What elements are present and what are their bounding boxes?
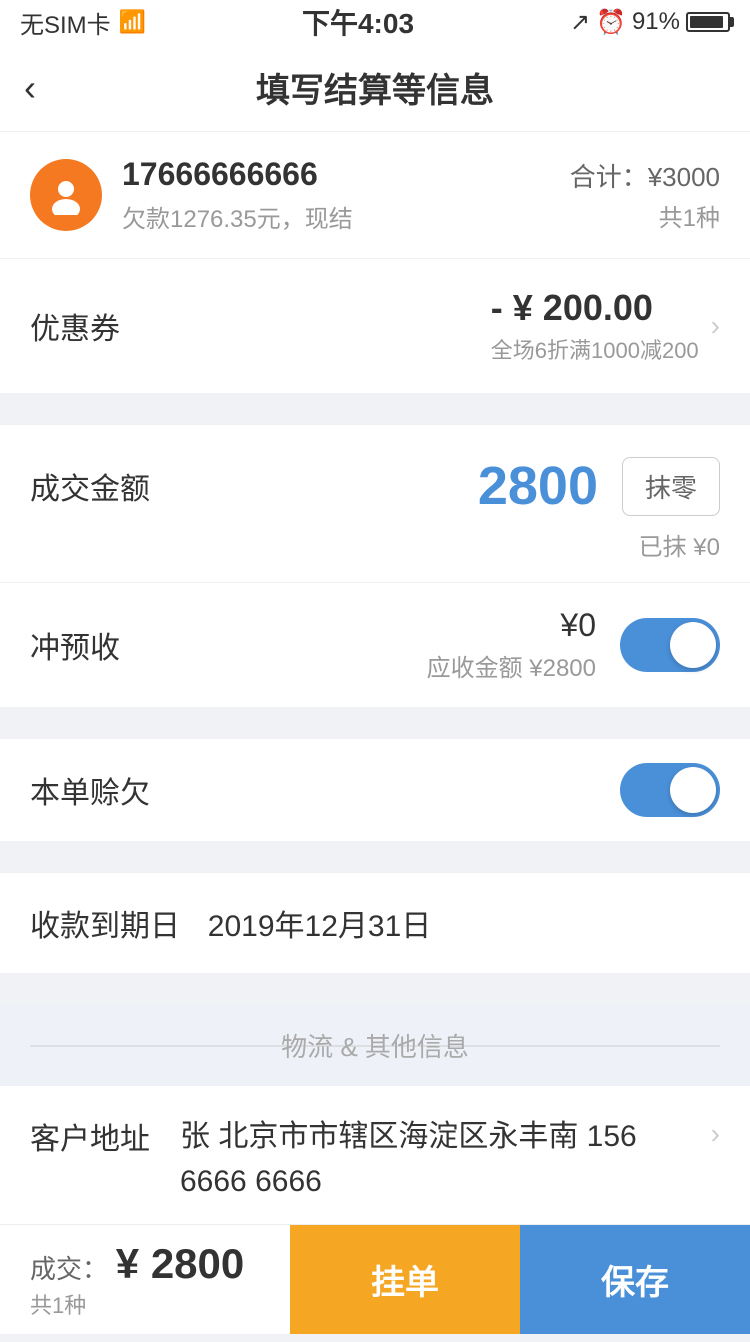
coupon-right: - ¥ 200.00 全场6折满1000减200 › xyxy=(491,287,720,365)
customer-section: 17666666666 欠款1276.35元，现结 合计：¥3000 共1种 优… xyxy=(0,132,750,393)
status-left: 无SIM卡 📶 xyxy=(20,5,146,40)
status-bar: 无SIM卡 📶 下午4:03 ↗ ⏰ 91% xyxy=(0,0,750,44)
alarm-icon: ⏰ xyxy=(596,8,626,37)
prepay-receivable: 应收金额 ¥2800 xyxy=(427,648,596,683)
footer-info: 成交： ¥ 2800 共1种 xyxy=(0,1240,290,1320)
duedate-value: 2019年12月31日 xyxy=(208,910,431,943)
divider-4 xyxy=(0,989,750,1005)
coupon-discount: - ¥ 200.00 xyxy=(491,287,699,329)
coupon-row[interactable]: 优惠券 - ¥ 200.00 全场6折满1000减200 › xyxy=(0,259,750,393)
back-button[interactable]: ‹ xyxy=(24,67,36,109)
page-title: 填写结算等信息 xyxy=(256,63,494,112)
amount-sub: 已抹 ¥0 xyxy=(0,527,750,582)
nav-bar: ‹ 填写结算等信息 xyxy=(0,44,750,132)
address-label: 客户地址 xyxy=(30,1114,150,1158)
address-chevron-icon: › xyxy=(711,1118,720,1150)
logistics-title: 物流 & 其他信息 xyxy=(281,1032,469,1062)
round-zero-button[interactable]: 抹零 xyxy=(622,457,720,516)
battery-percent: 91% xyxy=(632,8,680,36)
coupon-chevron-icon: › xyxy=(711,310,720,342)
footer-count: 共1种 xyxy=(30,1288,260,1320)
address-row[interactable]: 客户地址 张 北京市市辖区海淀区永丰南 156 6666 6666 › xyxy=(0,1086,750,1232)
wifi-icon: 📶 xyxy=(119,9,146,35)
battery-icon xyxy=(686,12,730,32)
prepay-label: 冲预收 xyxy=(30,623,120,667)
toggle-knob xyxy=(670,622,716,668)
status-right: ↗ ⏰ 91% xyxy=(570,8,730,37)
prepay-toggle[interactable] xyxy=(620,618,720,672)
divider-1 xyxy=(0,409,750,425)
logistics-section-header: 物流 & 其他信息 xyxy=(0,1005,750,1086)
address-value: 张 北京市市辖区海淀区永丰南 156 6666 6666 xyxy=(180,1114,695,1204)
amount-value: 2800 xyxy=(478,455,598,517)
location-icon: ↗ xyxy=(570,8,590,37)
arrears-toggle[interactable] xyxy=(620,763,720,817)
amount-section: 成交金额 2800 抹零 已抹 ¥0 冲预收 ¥0 应收金额 ¥2800 xyxy=(0,425,750,707)
total-count: 共1种 xyxy=(570,198,720,233)
customer-debt: 欠款1276.35元，现结 xyxy=(122,199,353,234)
customer-row: 17666666666 欠款1276.35元，现结 合计：¥3000 共1种 xyxy=(0,132,750,259)
amount-row: 成交金额 2800 抹零 xyxy=(0,425,750,527)
arrears-toggle-knob xyxy=(670,767,716,813)
hold-button[interactable]: 挂单 xyxy=(290,1225,520,1334)
arrears-label: 本单赊欠 xyxy=(30,768,150,812)
customer-left: 17666666666 欠款1276.35元，现结 xyxy=(30,156,353,234)
prepay-amount-block: ¥0 应收金额 ¥2800 xyxy=(427,607,596,683)
total-label: 合计：¥3000 xyxy=(570,157,720,194)
arrears-section: 本单赊欠 xyxy=(0,739,750,841)
divider-3 xyxy=(0,857,750,873)
coupon-desc: 全场6折满1000减200 xyxy=(491,333,699,365)
save-button[interactable]: 保存 xyxy=(520,1225,750,1334)
footer: 成交： ¥ 2800 共1种 挂单 保存 xyxy=(0,1224,750,1334)
coupon-label: 优惠券 xyxy=(30,304,120,348)
footer-total-amount: ¥ 2800 xyxy=(116,1240,244,1287)
battery-fill xyxy=(690,16,723,28)
duedate-label: 收款到期日 xyxy=(30,910,180,943)
footer-total-label: 成交： ¥ 2800 xyxy=(30,1240,260,1288)
prepay-amount: ¥0 xyxy=(427,607,596,644)
duedate-section: 收款到期日 2019年12月31日 xyxy=(0,873,750,973)
customer-phone: 17666666666 xyxy=(122,156,353,193)
status-time: 下午4:03 xyxy=(302,2,414,42)
carrier-label: 无SIM卡 xyxy=(20,5,111,40)
amount-label: 成交金额 xyxy=(30,464,150,508)
divider-2 xyxy=(0,723,750,739)
amount-right: 2800 抹零 xyxy=(478,455,720,517)
prepay-row: 冲预收 ¥0 应收金额 ¥2800 xyxy=(0,582,750,707)
avatar xyxy=(30,159,102,231)
customer-right: 合计：¥3000 共1种 xyxy=(570,157,720,233)
prepay-right: ¥0 应收金额 ¥2800 xyxy=(427,607,720,683)
customer-info: 17666666666 欠款1276.35元，现结 xyxy=(122,156,353,234)
